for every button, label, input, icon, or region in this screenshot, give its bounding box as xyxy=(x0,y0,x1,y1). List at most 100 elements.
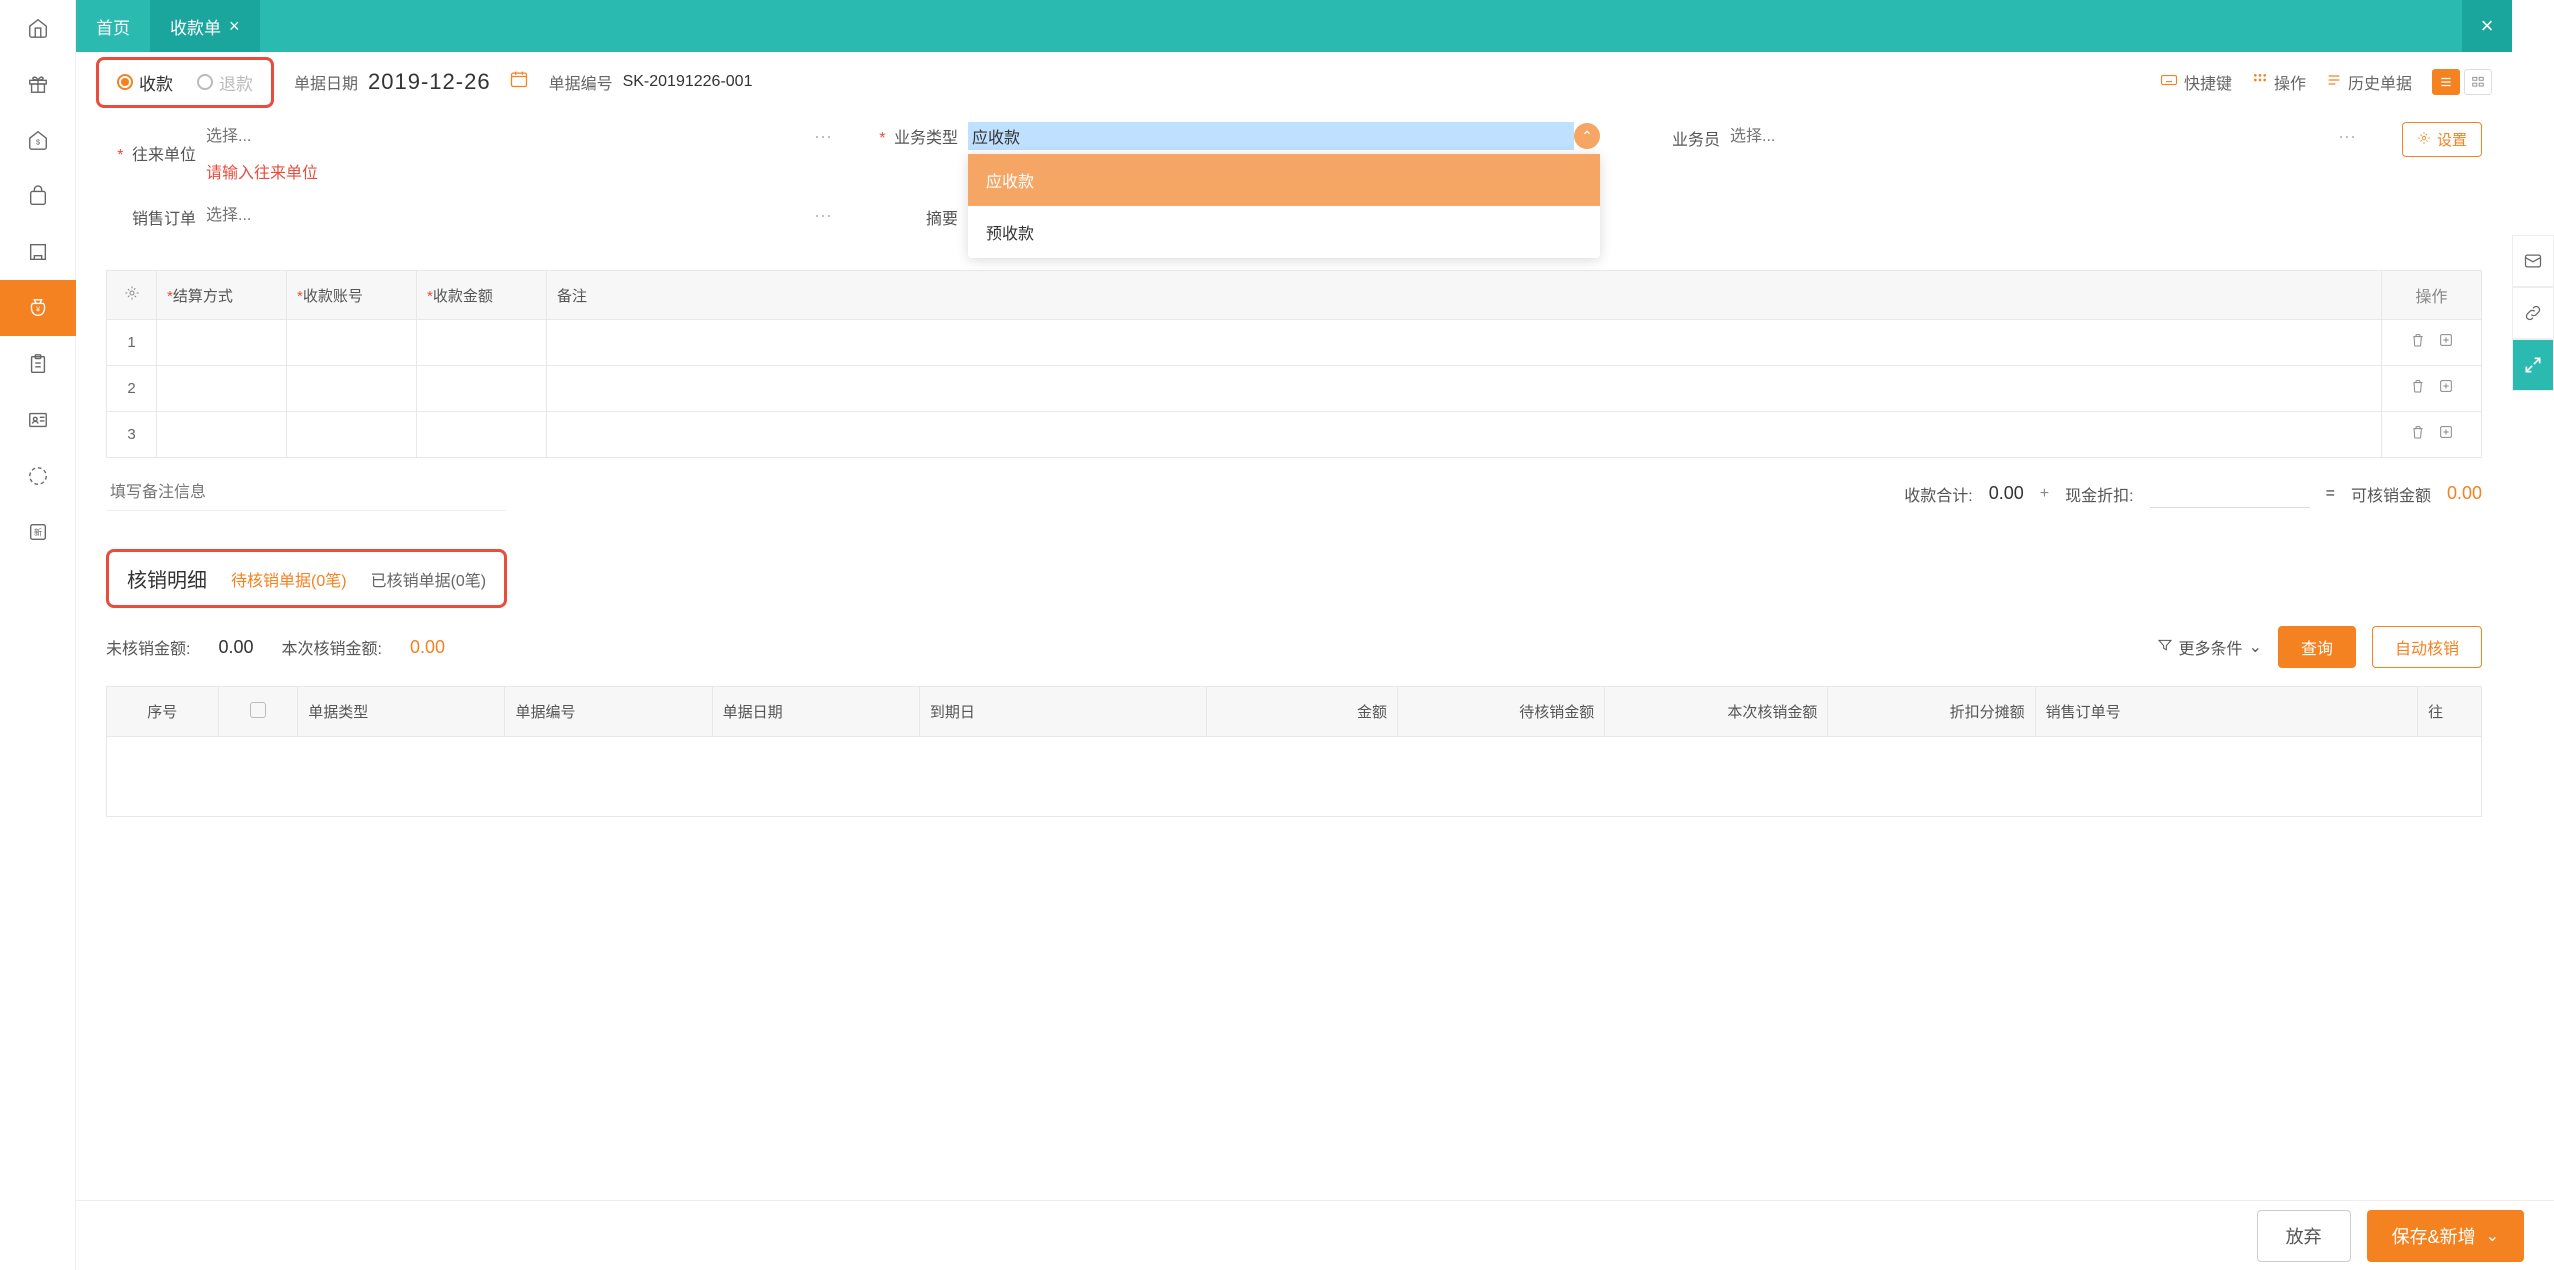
tab-home[interactable]: 首页 xyxy=(76,0,150,52)
ellipsis-icon[interactable]: ⋯ xyxy=(2332,127,2362,148)
vcol-disc: 折扣分摊额 xyxy=(1828,687,2035,737)
partner-label: * 往来单位 xyxy=(116,141,196,165)
nav-gift-icon[interactable] xyxy=(0,56,76,112)
vcol-no: 单据编号 xyxy=(505,687,712,737)
clerk-label: 业务员 xyxy=(1640,126,1720,150)
table-row: 2 xyxy=(107,366,2482,412)
gear-icon xyxy=(2417,131,2431,149)
right-nav-link-icon[interactable] xyxy=(2512,287,2554,339)
more-conditions[interactable]: 更多条件 ⌄ xyxy=(2157,635,2262,659)
add-icon[interactable] xyxy=(2438,381,2454,398)
cell-remark[interactable] xyxy=(547,366,2382,412)
verify-amounts: 未核销金额: 0.00 本次核销金额: 0.00 更多条件 ⌄ 查询 自动核销 xyxy=(106,608,2482,686)
svg-text:$: $ xyxy=(36,138,40,147)
cell-account[interactable] xyxy=(287,412,417,458)
docno-value: SK-20191226-001 xyxy=(623,73,753,91)
top-close-button[interactable]: × xyxy=(2462,0,2512,52)
biztype-value[interactable]: 应收款 xyxy=(968,122,1574,150)
view-toggle xyxy=(2432,69,2492,95)
discard-button[interactable]: 放弃 xyxy=(2257,1210,2351,1262)
nav-new-icon[interactable]: 新 xyxy=(0,504,76,560)
field-biztype: * 业务类型 应收款 ⌃ 应收款 预收款 xyxy=(878,122,1600,150)
svg-text:新: 新 xyxy=(34,528,42,538)
delete-icon[interactable] xyxy=(2410,381,2426,398)
discount-input[interactable] xyxy=(2150,480,2310,508)
view-form-icon[interactable] xyxy=(2464,69,2492,95)
cell-settlement[interactable] xyxy=(157,412,287,458)
shortcut-link[interactable]: 快捷键 xyxy=(2160,70,2232,94)
chevron-up-icon[interactable]: ⌃ xyxy=(1574,123,1600,149)
vcol-pending: 待核销金额 xyxy=(1398,687,1605,737)
vcol-type: 单据类型 xyxy=(298,687,505,737)
checkbox-icon[interactable] xyxy=(250,702,266,718)
tab-current[interactable]: 收款单 × xyxy=(150,0,260,52)
col-operate: 操作 xyxy=(2382,271,2482,320)
delete-icon[interactable] xyxy=(2410,335,2426,352)
content: 首页 收款单 × × 收款 退款 单据日期 2019-12-26 单据编号 SK… xyxy=(76,0,2512,817)
nav-bag-icon[interactable] xyxy=(0,168,76,224)
total-value: 0.00 xyxy=(1989,483,2024,504)
nav-clipboard-icon[interactable] xyxy=(0,336,76,392)
ellipsis-icon[interactable]: ⋯ xyxy=(808,127,838,148)
dropdown-opt-prepaid[interactable]: 预收款 xyxy=(968,206,1600,258)
gear-header[interactable] xyxy=(107,271,157,320)
date-value[interactable]: 2019-12-26 xyxy=(368,69,491,95)
chevron-down-icon: ⌄ xyxy=(2486,1226,2499,1246)
partner-input[interactable] xyxy=(206,122,808,153)
order-input[interactable] xyxy=(206,201,808,232)
summary-right: 收款合计: 0.00 + 现金折扣: = 可核销金额 0.00 xyxy=(1904,480,2482,508)
bottom-bar: 放弃 保存&新增 ⌄ xyxy=(76,1200,2554,1270)
save-new-button[interactable]: 保存&新增 ⌄ xyxy=(2367,1210,2524,1262)
avail-value: 0.00 xyxy=(2447,483,2482,504)
cell-amount[interactable] xyxy=(417,320,547,366)
setting-button[interactable]: 设置 xyxy=(2402,122,2482,157)
verify-tab-pending[interactable]: 待核销单据(0笔) xyxy=(231,567,347,591)
close-icon[interactable]: × xyxy=(229,16,240,37)
calendar-icon[interactable] xyxy=(509,69,529,95)
cell-settlement[interactable] xyxy=(157,366,287,412)
cell-amount[interactable] xyxy=(417,366,547,412)
right-nav-expand-icon[interactable] xyxy=(2512,339,2554,391)
add-icon[interactable] xyxy=(2438,335,2454,352)
radio-collect[interactable]: 收款 xyxy=(117,70,173,95)
nav-id-icon[interactable] xyxy=(0,392,76,448)
cell-remark[interactable] xyxy=(547,412,2382,458)
right-nav-message-icon[interactable] xyxy=(2512,235,2554,287)
vcol-checkbox[interactable] xyxy=(218,687,298,737)
nav-home-icon[interactable] xyxy=(0,0,76,56)
nav-building-icon[interactable] xyxy=(0,224,76,280)
radio-refund[interactable]: 退款 xyxy=(197,70,253,95)
toolbar: 收款 退款 单据日期 2019-12-26 单据编号 SK-20191226-0… xyxy=(76,52,2512,112)
remark-input[interactable] xyxy=(106,476,506,511)
view-list-icon[interactable] xyxy=(2432,69,2460,95)
ellipsis-icon[interactable]: ⋯ xyxy=(808,206,838,227)
query-button[interactable]: 查询 xyxy=(2278,626,2356,668)
avail-label: 可核销金额 xyxy=(2351,482,2431,506)
clerk-input[interactable] xyxy=(1730,122,2332,153)
cell-remark[interactable] xyxy=(547,320,2382,366)
nav-money-bag-icon[interactable]: ¥ xyxy=(0,280,76,336)
total-label: 收款合计: xyxy=(1904,482,1972,506)
eq-sign: = xyxy=(2326,485,2335,503)
nav-house-money-icon[interactable]: $ xyxy=(0,112,76,168)
auto-verify-button[interactable]: 自动核销 xyxy=(2372,626,2482,668)
nav-cycle-icon[interactable] xyxy=(0,448,76,504)
history-link[interactable]: 历史单据 xyxy=(2326,70,2412,94)
verify-tab-done[interactable]: 已核销单据(0笔) xyxy=(371,567,487,591)
summary-row: 收款合计: 0.00 + 现金折扣: = 可核销金额 0.00 xyxy=(76,458,2512,529)
cell-account[interactable] xyxy=(287,320,417,366)
cell-settlement[interactable] xyxy=(157,320,287,366)
delete-icon[interactable] xyxy=(2410,427,2426,444)
left-nav: $ ¥ 新 xyxy=(0,0,76,1270)
biztype-label: * 业务类型 xyxy=(878,124,958,148)
verify-table: 序号 单据类型 单据编号 单据日期 到期日 金额 待核销金额 本次核销金额 折扣… xyxy=(106,686,2482,817)
dropdown-opt-receivable[interactable]: 应收款 xyxy=(968,154,1600,206)
this-label: 本次核销金额: xyxy=(282,635,382,659)
cell-account[interactable] xyxy=(287,366,417,412)
table-row: 1 xyxy=(107,320,2482,366)
vcol-rest: 往 xyxy=(2418,687,2482,737)
cell-amount[interactable] xyxy=(417,412,547,458)
operate-link[interactable]: 操作 xyxy=(2252,70,2306,94)
add-icon[interactable] xyxy=(2438,427,2454,444)
tab-home-label: 首页 xyxy=(96,14,130,39)
